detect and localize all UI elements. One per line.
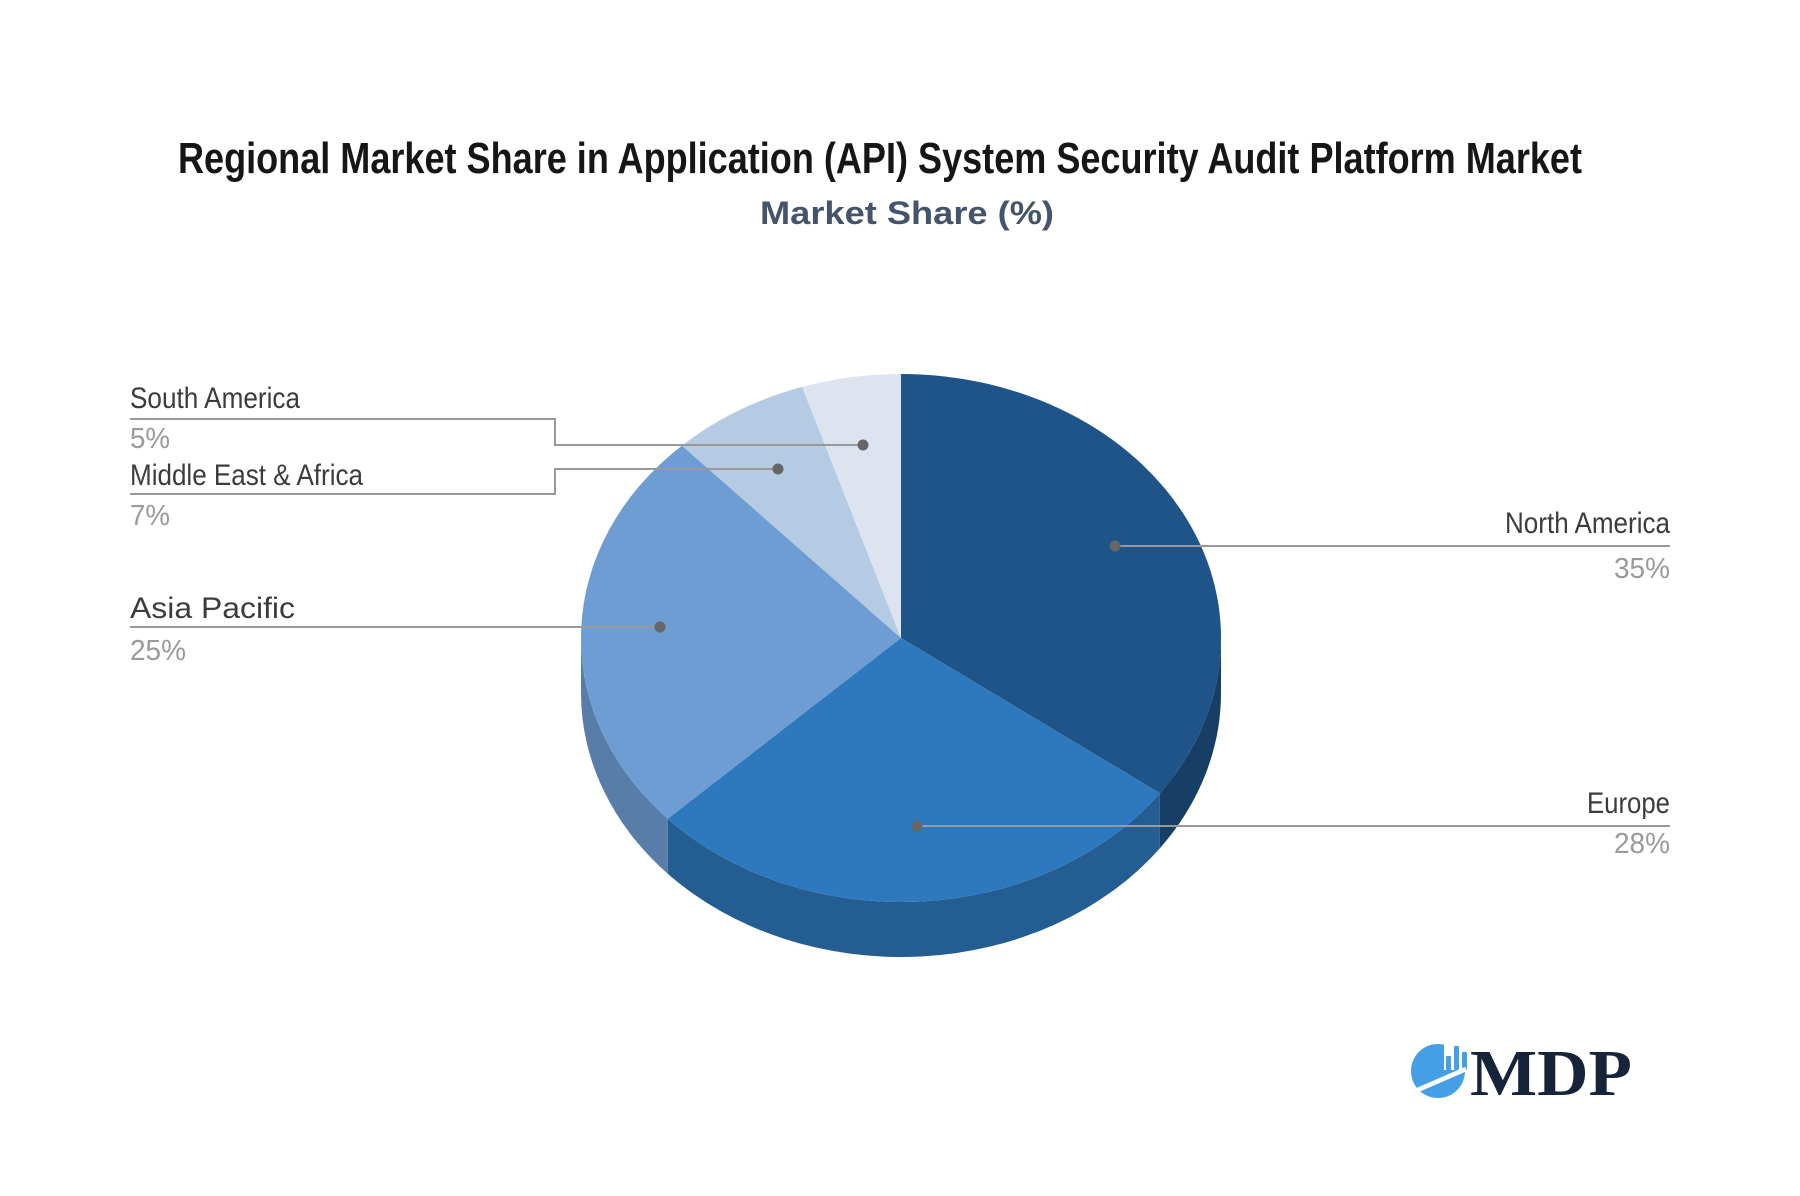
- value-north-america: 35%: [1614, 553, 1670, 585]
- market-share-pie-chart: Regional Market Share in Application (AP…: [0, 0, 1800, 1196]
- logo-bar-1: [1446, 1056, 1451, 1070]
- value-south-america: 5%: [130, 423, 170, 455]
- label-europe: Europe: [1587, 787, 1670, 820]
- value-europe: 28%: [1614, 828, 1670, 860]
- callout-dot-asia-pacific: [655, 622, 666, 633]
- chart-subtitle: Market Share (%): [760, 195, 1054, 231]
- callout-dot-middle-east-africa: [773, 464, 784, 475]
- label-north-america: North America: [1505, 507, 1670, 540]
- callout-dot-north-america: [1110, 541, 1121, 552]
- chart-title: Regional Market Share in Application (AP…: [178, 134, 1582, 183]
- callout-dot-europe: [912, 821, 923, 832]
- label-middle-east-africa: Middle East & Africa: [130, 459, 363, 492]
- label-asia-pacific: Asia Pacific: [130, 592, 295, 625]
- pie-chart-page: Regional Market Share in Application (AP…: [0, 0, 1800, 1196]
- pie-slices: [581, 374, 1221, 902]
- value-middle-east-africa: 7%: [130, 500, 170, 532]
- logo-bar-2: [1454, 1046, 1459, 1070]
- value-asia-pacific: 25%: [130, 635, 186, 667]
- label-south-america: South America: [130, 382, 300, 415]
- callout-dot-south-america: [858, 440, 869, 451]
- logo-wordmark: MDP: [1470, 1037, 1632, 1110]
